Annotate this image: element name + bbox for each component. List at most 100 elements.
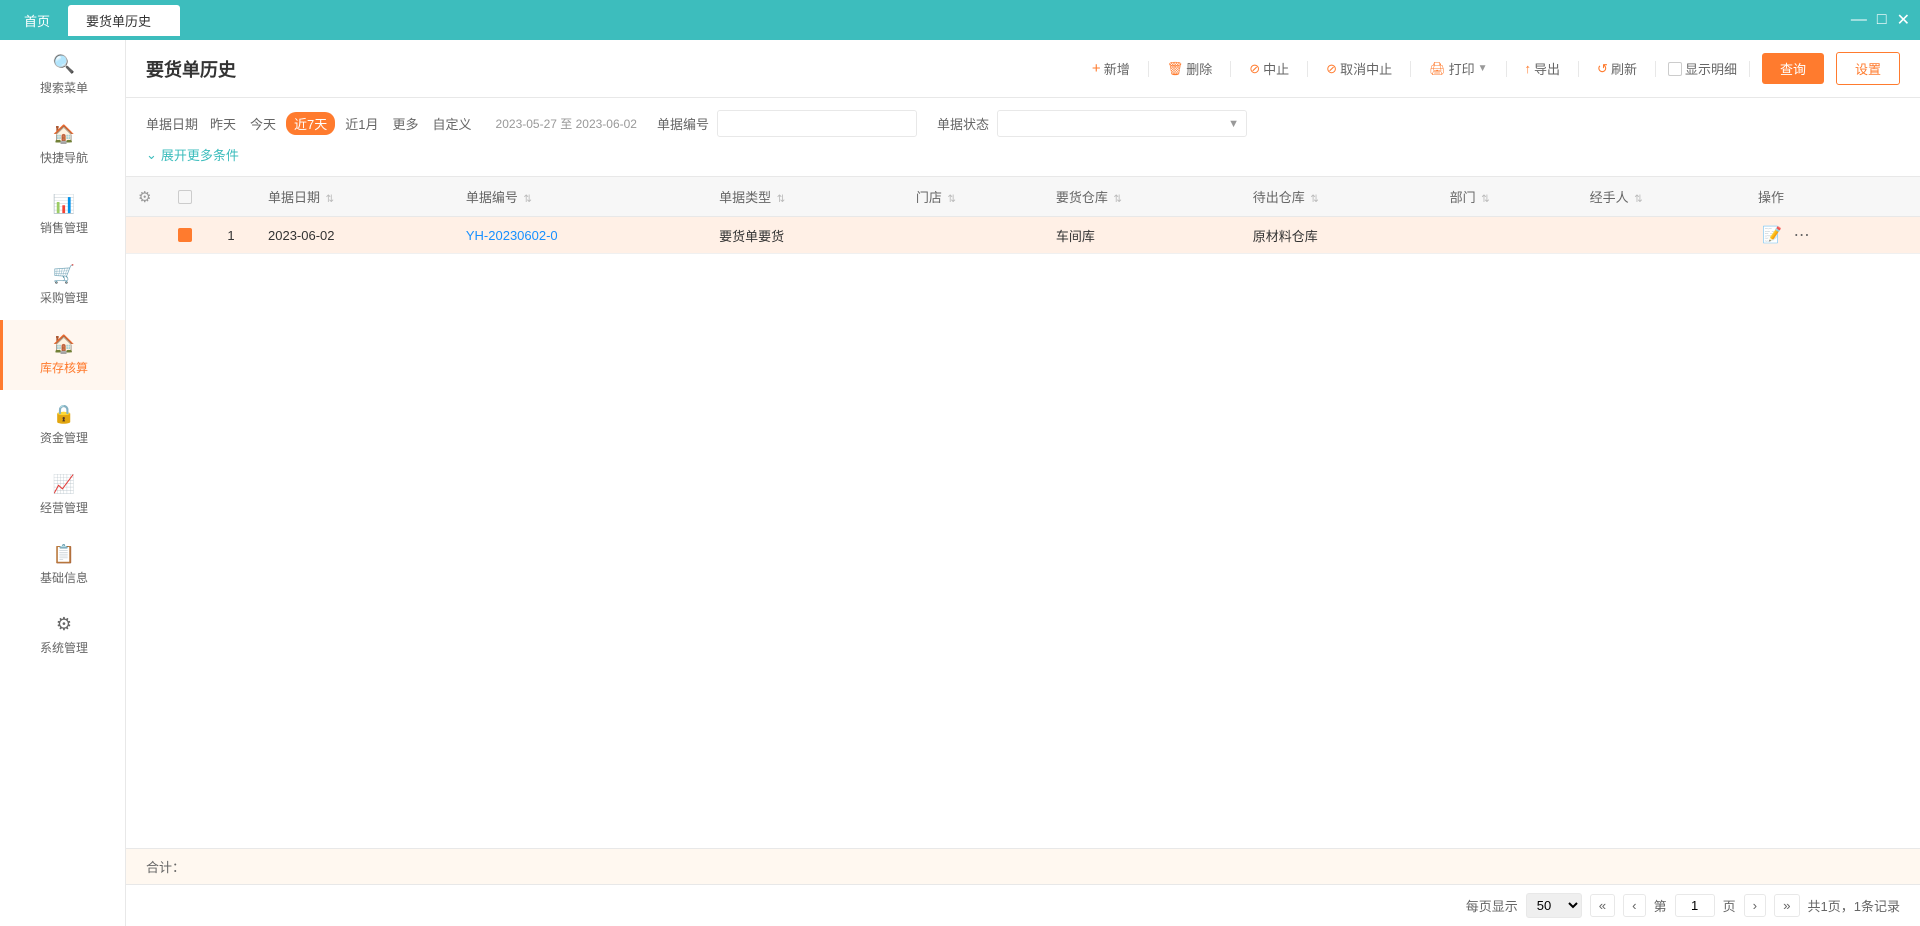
new-button[interactable]: + 新增 — [1086, 55, 1136, 82]
sidebar-item-label: 快捷导航 — [40, 149, 88, 166]
tab-close-icon[interactable]: ✕ — [167, 14, 176, 27]
th-store[interactable]: 门店 ⇅ — [904, 177, 1044, 217]
sort-handler-icon: ⇅ — [1634, 194, 1642, 205]
status-input[interactable] — [997, 110, 1247, 137]
td-date: 2023-06-02 — [256, 217, 454, 254]
row-more-icon[interactable]: ⋯ — [1790, 225, 1814, 246]
th-handler[interactable]: 经手人 ⇅ — [1578, 177, 1746, 217]
tab-requisition-history[interactable]: 要货单历史 — [72, 5, 165, 36]
cancel-stop-button[interactable]: ⊘ 取消中止 — [1320, 55, 1398, 82]
row-checkbox[interactable] — [178, 228, 192, 242]
window-minimize[interactable]: — — [1851, 11, 1867, 29]
order-no-label: 单据编号 — [657, 114, 709, 133]
export-button[interactable]: ↑ 导出 — [1519, 55, 1567, 82]
date-last7[interactable]: 近7天 — [286, 112, 335, 135]
page-suffix: 页 — [1723, 896, 1736, 915]
purchase-mgmt-icon: 🛒 — [53, 264, 75, 285]
sort-order-type-icon: ⇅ — [777, 194, 785, 205]
sort-order-no-icon: ⇅ — [524, 194, 532, 205]
sidebar-item-quick-nav[interactable]: 🏠 快捷导航 — [0, 110, 125, 180]
export-icon: ↑ — [1525, 61, 1532, 76]
td-dept — [1438, 217, 1578, 254]
display-detail-toggle[interactable]: 显示明细 — [1668, 59, 1737, 78]
sidebar-item-purchase-mgmt[interactable]: 🛒 采购管理 — [0, 250, 125, 320]
refresh-button[interactable]: ↺ 刷新 — [1591, 55, 1643, 82]
date-filter-buttons: 昨天 今天 近7天 近1月 更多 自定义 — [206, 112, 476, 135]
td-num: 1 — [206, 217, 256, 254]
inventory-icon: 🏠 — [53, 334, 75, 355]
sidebar-item-label: 库存核算 — [40, 359, 88, 376]
th-dept[interactable]: 部门 ⇅ — [1438, 177, 1578, 217]
current-page-input[interactable] — [1675, 894, 1715, 917]
sidebar-item-finance-mgmt[interactable]: 🔒 资金管理 — [0, 390, 125, 460]
new-icon: + — [1092, 60, 1101, 77]
first-page-button[interactable]: « — [1590, 894, 1615, 917]
expand-more-conditions[interactable]: ⌄ 展开更多条件 — [146, 145, 1900, 164]
search-menu-icon: 🔍 — [53, 54, 75, 75]
sidebar-item-ops-mgmt[interactable]: 📈 经营管理 — [0, 460, 125, 530]
filter-row: 单据日期 昨天 今天 近7天 近1月 更多 自定义 2023-05-27 至 2… — [146, 110, 1900, 137]
setting-button[interactable]: 设置 — [1836, 52, 1900, 85]
total-info: 共1页，1条记录 — [1808, 896, 1900, 915]
th-order-type[interactable]: 单据类型 ⇅ — [707, 177, 904, 217]
sort-dept-icon: ⇅ — [1481, 194, 1489, 205]
footer-summary: 合计： — [126, 848, 1920, 884]
th-req-warehouse[interactable]: 要货仓库 ⇅ — [1044, 177, 1241, 217]
date-last-month[interactable]: 近1月 — [341, 112, 382, 135]
td-pending-warehouse: 原材料仓库 — [1241, 217, 1438, 254]
print-button[interactable]: 🖨 打印 ▼ — [1423, 55, 1493, 82]
next-page-button[interactable]: › — [1744, 894, 1766, 917]
page-size-select[interactable]: 50 100 200 — [1526, 893, 1582, 918]
th-date[interactable]: 单据日期 ⇅ — [256, 177, 454, 217]
date-today[interactable]: 今天 — [246, 112, 280, 135]
query-button[interactable]: 查询 — [1762, 53, 1824, 84]
status-label: 单据状态 — [937, 114, 989, 133]
order-no-input[interactable] — [717, 110, 917, 137]
divider — [1578, 61, 1579, 77]
window-maximize[interactable]: □ — [1877, 11, 1887, 29]
order-no-link[interactable]: YH-20230602-0 — [466, 228, 558, 243]
sys-mgmt-icon: ⚙ — [56, 614, 72, 635]
date-yesterday[interactable]: 昨天 — [206, 112, 240, 135]
sidebar-item-search-menu[interactable]: 🔍 搜索菜单 — [0, 40, 125, 110]
ops-mgmt-icon: 📈 — [53, 474, 75, 495]
date-custom[interactable]: 自定义 — [429, 112, 476, 135]
th-pending-warehouse[interactable]: 待出仓库 ⇅ — [1241, 177, 1438, 217]
display-detail-checkbox — [1668, 62, 1682, 76]
sidebar-item-sys-mgmt[interactable]: ⚙ 系统管理 — [0, 600, 125, 670]
tab-home[interactable]: 首页 — [10, 5, 64, 36]
date-more[interactable]: 更多 — [389, 112, 423, 135]
sort-req-warehouse-icon: ⇅ — [1114, 194, 1122, 205]
last-page-button[interactable]: » — [1774, 894, 1799, 917]
td-settings — [126, 217, 166, 254]
sidebar-item-inventory[interactable]: 🏠 库存核算 — [0, 320, 125, 390]
window-close[interactable]: ✕ — [1897, 10, 1910, 30]
stop-button[interactable]: ⊘ 中止 — [1243, 55, 1295, 82]
delete-button[interactable]: 🗑 删除 — [1161, 55, 1219, 82]
td-handler — [1578, 217, 1746, 254]
date-range-display: 2023-05-27 至 2023-06-02 — [496, 115, 637, 132]
sidebar-item-basic-info[interactable]: 📋 基础信息 — [0, 530, 125, 600]
td-store — [904, 217, 1044, 254]
th-num — [206, 177, 256, 217]
sidebar-item-label: 系统管理 — [40, 639, 88, 656]
td-ops: 📝 ⋯ — [1746, 217, 1920, 254]
prev-page-button[interactable]: ‹ — [1623, 894, 1645, 917]
column-settings-icon[interactable]: ⚙ — [138, 189, 151, 206]
expand-icon: ⌄ — [146, 147, 157, 163]
select-all-checkbox[interactable] — [178, 190, 192, 204]
td-order-type: 要货单要货 — [707, 217, 904, 254]
table-area: ⚙ 单据日期 ⇅ 单据编号 ⇅ — [126, 177, 1920, 848]
top-bar: 首页 要货单历史 ✕ — □ ✕ — [0, 0, 1920, 40]
row-edit-icon[interactable]: 📝 — [1758, 225, 1786, 246]
th-order-no[interactable]: 单据编号 ⇅ — [454, 177, 707, 217]
page-size-label: 每页显示 — [1466, 896, 1518, 915]
quick-nav-icon: 🏠 — [53, 124, 75, 145]
stop-icon: ⊘ — [1249, 61, 1260, 77]
basic-info-icon: 📋 — [53, 544, 75, 565]
table-header-row: ⚙ 单据日期 ⇅ 单据编号 ⇅ — [126, 177, 1920, 217]
sidebar-item-sales-mgmt[interactable]: 📊 销售管理 — [0, 180, 125, 250]
table-row: 1 2023-06-02 YH-20230602-0 要货单要货 车间库 原材料… — [126, 217, 1920, 254]
sidebar-item-label: 基础信息 — [40, 569, 88, 586]
td-checkbox — [166, 217, 206, 254]
